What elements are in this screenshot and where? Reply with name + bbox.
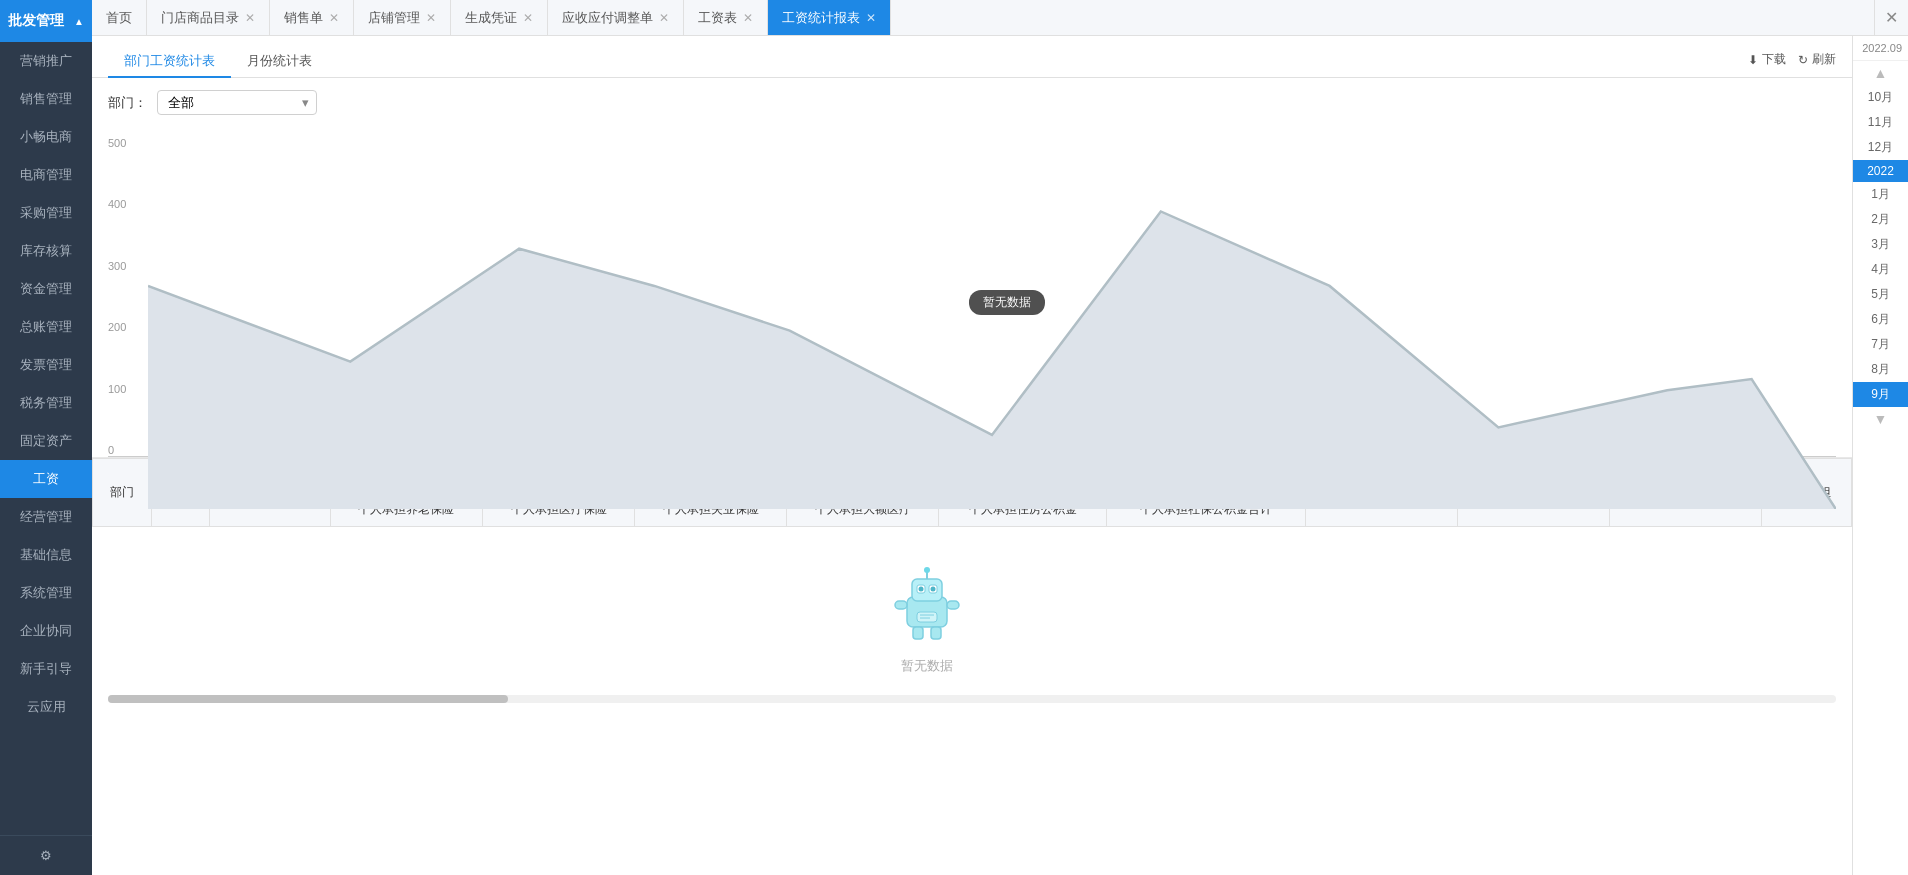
tab-sales-close[interactable]: ✕ — [329, 11, 339, 25]
empty-text: 暂无数据 — [901, 657, 953, 675]
timeline-month-apr[interactable]: 4月 — [1853, 257, 1908, 282]
timeline-month-oct[interactable]: 10月 — [1853, 85, 1908, 110]
svg-point-6 — [931, 587, 936, 592]
sidebar-item-yxytg[interactable]: 营销推广 — [0, 42, 92, 80]
inner-tabs-bar: 部门工资统计表 月份统计表 ⬇ 下载 ↻ 刷新 — [92, 36, 1852, 78]
svg-rect-13 — [931, 627, 941, 639]
tab-home[interactable]: 首页 — [92, 0, 147, 36]
timeline-down-button[interactable]: ▼ — [1865, 409, 1897, 429]
sidebar-item-jcxx[interactable]: 基础信息 — [0, 536, 92, 574]
filter-dept-select[interactable]: 全部 — [157, 90, 317, 115]
timeline-month-feb[interactable]: 2月 — [1853, 207, 1908, 232]
settings-button[interactable]: ⚙ — [0, 835, 92, 875]
sidebar-item-xsgl[interactable]: 销售管理 — [0, 80, 92, 118]
filter-dept-label: 部门： — [108, 94, 147, 112]
timeline-up-button[interactable]: ▲ — [1865, 63, 1897, 83]
empty-robot-icon — [887, 567, 967, 647]
toolbar-actions: ⬇ 下载 ↻ 刷新 — [1748, 51, 1836, 72]
main-area: 首页 门店商品目录 ✕ 销售单 ✕ 店铺管理 ✕ 生成凭证 ✕ 应收应付调整单 … — [92, 0, 1908, 875]
tab-receivable-close[interactable]: ✕ — [659, 11, 669, 25]
sidebar-item-xsyd[interactable]: 新手引导 — [0, 650, 92, 688]
horizontal-scrollbar[interactable] — [108, 695, 1836, 703]
tab-salary[interactable]: 工资表 ✕ — [684, 0, 768, 36]
tab-sales[interactable]: 销售单 ✕ — [270, 0, 354, 36]
tab-dept-salary[interactable]: 部门工资统计表 — [108, 46, 231, 78]
tab-salary-close[interactable]: ✕ — [743, 11, 753, 25]
page-content: 部门工资统计表 月份统计表 ⬇ 下载 ↻ 刷新 — [92, 36, 1852, 875]
tabs-bar: 首页 门店商品目录 ✕ 销售单 ✕ 店铺管理 ✕ 生成凭证 ✕ 应收应付调整单 … — [92, 0, 1908, 36]
timeline-month-jul[interactable]: 7月 — [1853, 332, 1908, 357]
svg-rect-9 — [917, 612, 937, 622]
timeline-current-label: 2022.09 — [1853, 36, 1908, 61]
sidebar-item-gz[interactable]: 工资 — [0, 460, 92, 498]
timeline-month-nov[interactable]: 11月 — [1853, 110, 1908, 135]
sidebar-item-xpds[interactable]: 小畅电商 — [0, 118, 92, 156]
sidebar-item-swgl[interactable]: 税务管理 — [0, 384, 92, 422]
sidebar-item-kche[interactable]: 库存核算 — [0, 232, 92, 270]
sidebar-item-qyxt[interactable]: 企业协同 — [0, 612, 92, 650]
col-dept: 部门 — [93, 459, 152, 527]
sidebar-item-gdzy[interactable]: 固定资产 — [0, 422, 92, 460]
svg-rect-11 — [947, 601, 959, 609]
timeline-year-2022[interactable]: 2022 — [1853, 160, 1908, 182]
svg-point-5 — [919, 587, 924, 592]
content-area: 部门工资统计表 月份统计表 ⬇ 下载 ↻ 刷新 — [92, 36, 1908, 875]
empty-row: 暂无数据 — [93, 527, 1852, 696]
refresh-button[interactable]: ↻ 刷新 — [1798, 51, 1836, 68]
sidebar-item-dsgl[interactable]: 电商管理 — [0, 156, 92, 194]
sidebar-item-zjgl[interactable]: 资金管理 — [0, 270, 92, 308]
tab-voucher-close[interactable]: ✕ — [523, 11, 533, 25]
chart-svg — [148, 137, 1836, 509]
tab-store[interactable]: 店铺管理 ✕ — [354, 0, 451, 36]
filter-bar: 部门： 全部 — [92, 78, 1852, 127]
sidebar-item-fpgl[interactable]: 发票管理 — [0, 346, 92, 384]
close-all-tabs-button[interactable]: ✕ — [1874, 0, 1908, 36]
chart-tooltip: 暂无数据 — [969, 290, 1045, 315]
timeline-panel: 2022.09 ▲ 10月 11月 12月 2022 1月 2月 3月 — [1852, 36, 1908, 875]
tab-voucher[interactable]: 生成凭证 ✕ — [451, 0, 548, 36]
empty-state: 暂无数据 — [93, 527, 1762, 695]
tab-store-close[interactable]: ✕ — [426, 11, 436, 25]
chart-container: 0 100 200 300 400 500 暂无数据 — [108, 137, 1836, 457]
sidebar-header[interactable]: 批发管理 ▲ — [0, 0, 92, 42]
sidebar-item-yyyy[interactable]: 云应用 — [0, 688, 92, 726]
tab-salary-report-close[interactable]: ✕ — [866, 11, 876, 25]
timeline-month-jan[interactable]: 1月 — [1853, 182, 1908, 207]
tab-product-close[interactable]: ✕ — [245, 11, 255, 25]
svg-rect-12 — [913, 627, 923, 639]
timeline-month-may[interactable]: 5月 — [1853, 282, 1908, 307]
timeline-month-aug[interactable]: 8月 — [1853, 357, 1908, 382]
scrollbar-thumb[interactable] — [108, 695, 508, 703]
svg-rect-10 — [895, 601, 907, 609]
sidebar: 批发管理 ▲ 营销推广 销售管理 小畅电商 电商管理 采购管理 库存核算 资金管… — [0, 0, 92, 875]
inner-tab-group: 部门工资统计表 月份统计表 — [108, 46, 328, 77]
sidebar-title: 批发管理 — [8, 12, 64, 30]
tab-product[interactable]: 门店商品目录 ✕ — [147, 0, 270, 36]
sidebar-item-zzgl[interactable]: 总账管理 — [0, 308, 92, 346]
refresh-icon: ↻ — [1798, 53, 1808, 67]
timeline-month-jun[interactable]: 6月 — [1853, 307, 1908, 332]
chart-area: 0 100 200 300 400 500 暂无数据 — [92, 127, 1852, 457]
filter-dept-select-wrapper: 全部 — [157, 90, 317, 115]
timeline-month-dec[interactable]: 12月 — [1853, 135, 1908, 160]
timeline-month-sep[interactable]: 9月 — [1853, 382, 1908, 407]
download-icon: ⬇ — [1748, 53, 1758, 67]
chart-y-labels: 0 100 200 300 400 500 — [108, 137, 134, 456]
sidebar-item-jygl[interactable]: 经营管理 — [0, 498, 92, 536]
sidebar-item-xtgl[interactable]: 系统管理 — [0, 574, 92, 612]
sidebar-toggle-icon: ▲ — [74, 16, 84, 27]
download-button[interactable]: ⬇ 下载 — [1748, 51, 1786, 68]
svg-marker-0 — [148, 211, 1836, 509]
gear-icon: ⚙ — [40, 848, 52, 863]
tab-month-stats[interactable]: 月份统计表 — [231, 46, 328, 78]
tab-salary-report[interactable]: 工资统计报表 ✕ — [768, 0, 891, 36]
tab-receivable[interactable]: 应收应付调整单 ✕ — [548, 0, 684, 36]
timeline-month-mar[interactable]: 3月 — [1853, 232, 1908, 257]
sidebar-item-cggl[interactable]: 采购管理 — [0, 194, 92, 232]
svg-point-8 — [924, 567, 930, 573]
